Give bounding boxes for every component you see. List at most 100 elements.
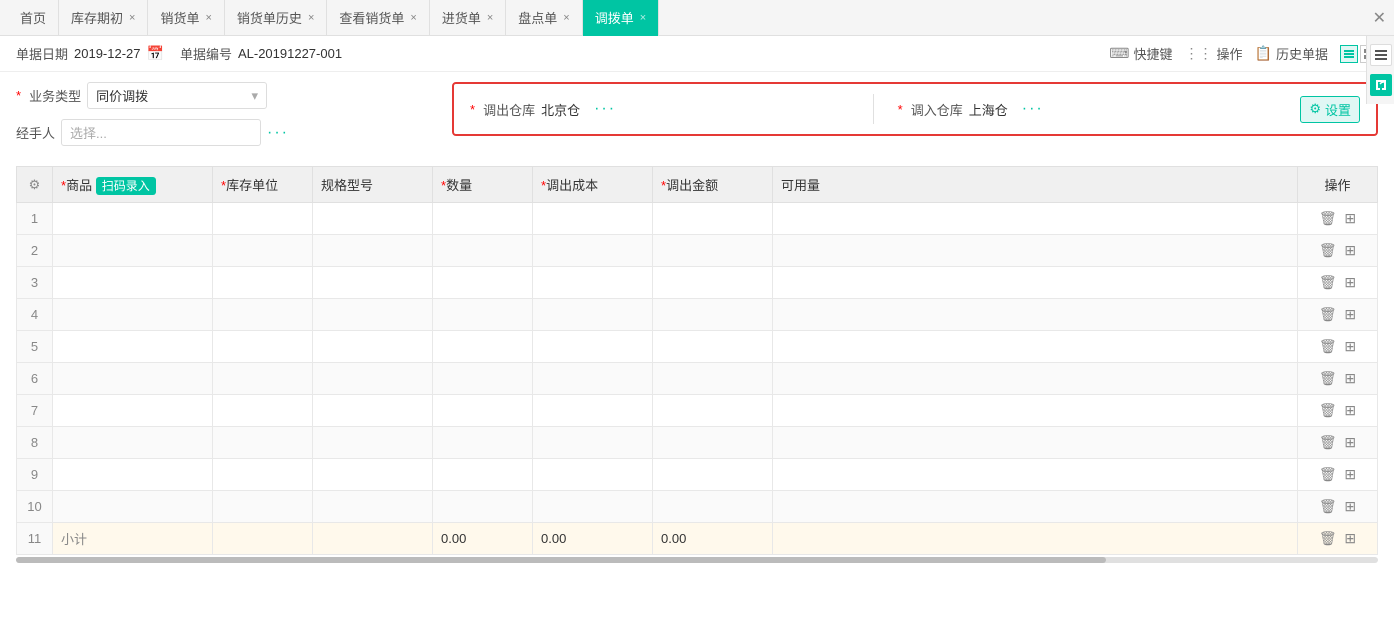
row-amount-2[interactable] [653,235,773,267]
delete-row-icon-5[interactable]: 🗑 [1319,338,1337,354]
row-quantity-2[interactable] [433,235,533,267]
sidebar-export-icon[interactable] [1370,74,1392,96]
row-unit-9[interactable] [213,459,313,491]
row-goods-5[interactable] [53,331,213,363]
row-quantity-9[interactable] [433,459,533,491]
row-amount-9[interactable] [653,459,773,491]
business-type-select[interactable]: 同价调拨 ▾ [87,82,267,109]
tab-sales[interactable]: 销货单 × [148,0,224,36]
row-unit-4[interactable] [213,299,313,331]
scrollbar-thumb[interactable] [16,557,1106,563]
copy-row-icon-8[interactable]: ⊞ [1344,434,1356,450]
row-spec-10[interactable] [313,491,433,523]
tab-inventory[interactable]: 盘点单 × [506,0,582,36]
row-unit-1[interactable] [213,203,313,235]
copy-row-icon-9[interactable]: ⊞ [1344,466,1356,482]
delete-row-icon-10[interactable]: 🗑 [1319,498,1337,514]
table-gear-icon[interactable]: ⚙ [29,177,41,192]
tab-inventory-init[interactable]: 库存期初 × [59,0,148,36]
row-cost-1[interactable] [533,203,653,235]
row-spec-2[interactable] [313,235,433,267]
layout-list-icon[interactable] [1340,45,1358,63]
tab-close-sales-history[interactable]: × [308,12,314,24]
tab-purchase[interactable]: 进货单 × [430,0,506,36]
delete-icon[interactable]: 🗑 [1319,530,1337,546]
row-unit-10[interactable] [213,491,313,523]
copy-row-icon-4[interactable]: ⊞ [1344,306,1356,322]
row-cost-6[interactable] [533,363,653,395]
scrollbar-track[interactable] [16,557,1378,563]
calendar-icon[interactable]: 📅 [147,45,164,62]
row-spec-4[interactable] [313,299,433,331]
row-quantity-1[interactable] [433,203,533,235]
row-spec-8[interactable] [313,427,433,459]
sidebar-list-icon[interactable] [1370,44,1392,66]
row-amount-1[interactable] [653,203,773,235]
tab-transfer[interactable]: 调拨单 × [583,0,659,36]
copy-row-icon-7[interactable]: ⊞ [1344,402,1356,418]
row-spec-9[interactable] [313,459,433,491]
row-goods-3[interactable] [53,267,213,299]
row-amount-3[interactable] [653,267,773,299]
handler-select[interactable]: 选择... [61,119,261,146]
row-quantity-8[interactable] [433,427,533,459]
copy-row-icon-2[interactable]: ⊞ [1344,242,1356,258]
copy-row-icon-5[interactable]: ⊞ [1344,338,1356,354]
delete-row-icon-4[interactable]: 🗑 [1319,306,1337,322]
scan-button[interactable]: 扫码录入 [96,177,156,195]
row-unit-6[interactable] [213,363,313,395]
row-quantity-4[interactable] [433,299,533,331]
shortcut-button[interactable]: ⌨ 快捷键 [1109,44,1172,63]
row-goods-2[interactable] [53,235,213,267]
tab-view-sales[interactable]: 查看销货单 × [327,0,429,36]
row-amount-7[interactable] [653,395,773,427]
row-cost-4[interactable] [533,299,653,331]
delete-row-icon-2[interactable]: 🗑 [1319,242,1337,258]
row-quantity-5[interactable] [433,331,533,363]
row-spec-3[interactable] [313,267,433,299]
warehouse-out-more-button[interactable]: ··· [594,100,616,118]
row-goods-10[interactable] [53,491,213,523]
tab-close-sales[interactable]: × [205,12,211,24]
delete-row-icon-7[interactable]: 🗑 [1319,402,1337,418]
row-amount-8[interactable] [653,427,773,459]
tab-sales-history[interactable]: 销货单历史 × [225,0,327,36]
row-cost-3[interactable] [533,267,653,299]
row-cost-2[interactable] [533,235,653,267]
row-unit-5[interactable] [213,331,313,363]
row-cost-10[interactable] [533,491,653,523]
history-button[interactable]: 📋 历史单据 [1255,44,1328,63]
tab-close-view-sales[interactable]: × [410,12,416,24]
row-spec-1[interactable] [313,203,433,235]
scrollbar-container[interactable] [0,555,1394,563]
copy-row-icon-10[interactable]: ⊞ [1344,498,1356,514]
row-spec-7[interactable] [313,395,433,427]
copy-row-icon-1[interactable]: ⊞ [1344,210,1356,226]
handler-more-button[interactable]: ··· [267,124,289,142]
operation-button[interactable]: ⋮⋮ 操作 [1185,44,1243,63]
delete-row-icon-1[interactable]: 🗑 [1319,210,1337,226]
row-unit-7[interactable] [213,395,313,427]
copy-icon[interactable]: ⊞ [1344,530,1356,546]
row-amount-5[interactable] [653,331,773,363]
row-goods-8[interactable] [53,427,213,459]
delete-row-icon-9[interactable]: 🗑 [1319,466,1337,482]
row-unit-3[interactable] [213,267,313,299]
row-unit-2[interactable] [213,235,313,267]
settings-button[interactable]: ⚙ 设置 [1300,96,1360,123]
row-cost-5[interactable] [533,331,653,363]
row-goods-7[interactable] [53,395,213,427]
row-goods-9[interactable] [53,459,213,491]
row-goods-1[interactable] [53,203,213,235]
row-cost-8[interactable] [533,427,653,459]
row-quantity-6[interactable] [433,363,533,395]
row-spec-5[interactable] [313,331,433,363]
tab-home[interactable]: 首页 [8,0,59,36]
row-spec-6[interactable] [313,363,433,395]
row-quantity-3[interactable] [433,267,533,299]
tab-close-inventory-init[interactable]: × [129,12,135,24]
row-amount-10[interactable] [653,491,773,523]
delete-row-icon-6[interactable]: 🗑 [1319,370,1337,386]
copy-row-icon-3[interactable]: ⊞ [1344,274,1356,290]
row-amount-6[interactable] [653,363,773,395]
